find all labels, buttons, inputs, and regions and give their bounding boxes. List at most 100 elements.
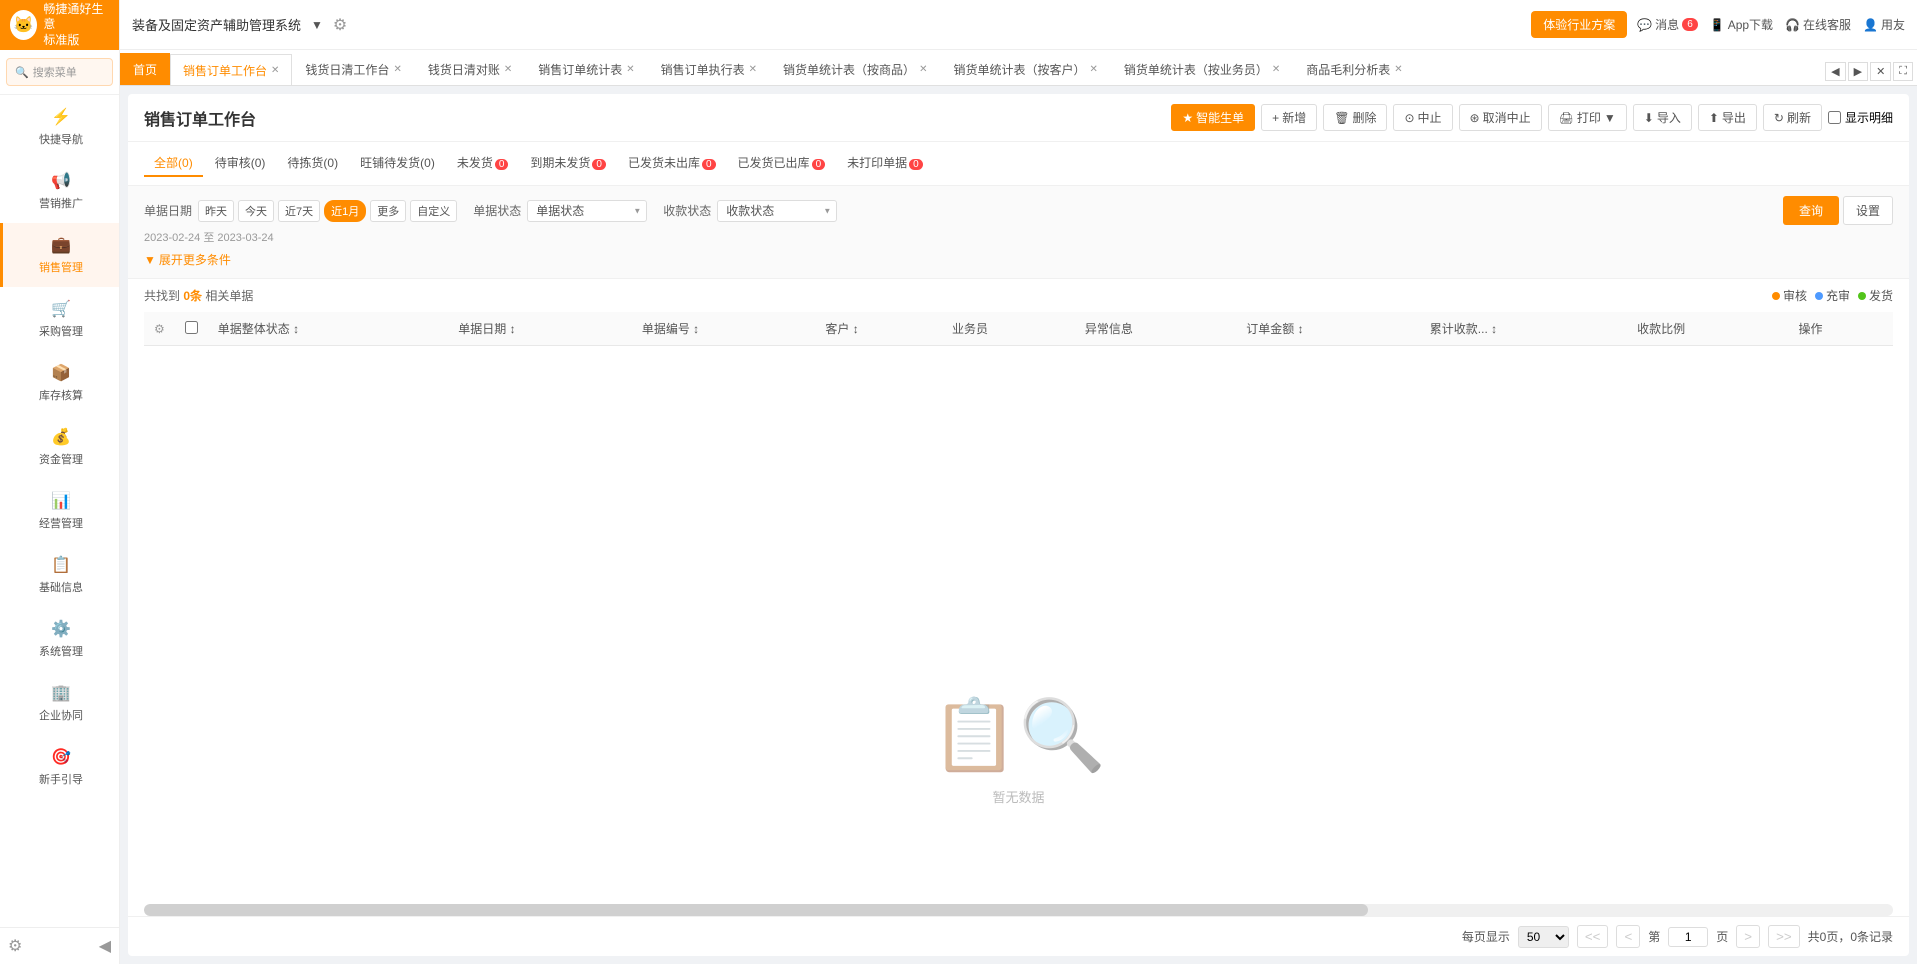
status-select[interactable]: 单据状态 — [527, 200, 647, 222]
scrollbar-thumb[interactable] — [144, 904, 1368, 916]
tab-sales-order-exec[interactable]: 销售订单执行表 ✕ — [648, 53, 770, 85]
page-number-input[interactable] — [1668, 927, 1708, 947]
import-button[interactable]: ⬇ 导入 — [1633, 104, 1692, 131]
filter-tab-wangpu[interactable]: 旺铺待发货(0) — [350, 150, 445, 177]
filter-tab-shipped-out[interactable]: 已发货已出库0 — [728, 150, 836, 177]
message-action[interactable]: 💬 消息 6 — [1637, 16, 1698, 33]
tabs-maximize-button[interactable]: ⛶ — [1893, 62, 1913, 81]
sidebar-item-finance[interactable]: 💰 资金管理 — [0, 415, 119, 479]
sidebar-item-enterprise[interactable]: 🏢 企业协同 — [0, 671, 119, 735]
filter-tab-pending-pickup[interactable]: 待拣货(0) — [277, 150, 348, 177]
sidebar-nav: ⚡ 快捷导航 📢 营销推广 💼 销售管理 🛒 采购管理 📦 库存核算 💰 资金管… — [0, 95, 119, 927]
tabs-next-button[interactable]: ▶ — [1848, 62, 1868, 81]
tabs-prev-button[interactable]: ◀ — [1825, 62, 1845, 81]
tab-close-sales-order-exec[interactable]: ✕ — [749, 64, 757, 75]
sidebar-item-guide[interactable]: 🎯 新手引导 — [0, 735, 119, 799]
col-amount[interactable]: 订单金额 ↕ — [1236, 312, 1420, 346]
export-button[interactable]: ⬆ 导出 — [1698, 104, 1757, 131]
select-all-checkbox[interactable] — [185, 321, 198, 334]
col-salesperson[interactable]: 业务员 — [942, 312, 1075, 346]
message-icon: 💬 — [1637, 18, 1652, 32]
date-month-btn[interactable]: 近1月 — [324, 200, 366, 222]
ship-meta-action[interactable]: 发货 — [1858, 287, 1893, 304]
filter-tab-pending-review[interactable]: 待审核(0) — [205, 150, 276, 177]
app-download-action[interactable]: 📱 App下载 — [1710, 16, 1773, 33]
tab-home[interactable]: 首页 — [120, 53, 170, 85]
filter-tab-overdue[interactable]: 到期未发货0 — [520, 150, 616, 177]
tab-sales-order-stats[interactable]: 销售订单统计表 ✕ — [525, 53, 647, 85]
collapse-sidebar-icon[interactable]: ◀ — [99, 936, 111, 956]
date-custom-btn[interactable]: 自定义 — [410, 200, 457, 222]
filter-tab-shipped-not-out[interactable]: 已发货未出库0 — [618, 150, 726, 177]
tab-close-sales-stats-customer[interactable]: ✕ — [1089, 64, 1097, 75]
filter-tab-not-printed[interactable]: 未打印单据0 — [837, 150, 933, 177]
sidebar-item-marketing[interactable]: 📢 营销推广 — [0, 159, 119, 223]
sidebar-item-operations[interactable]: 📊 经营管理 — [0, 479, 119, 543]
filter-tab-all[interactable]: 全部(0) — [144, 150, 203, 177]
tab-close-sales-stats-product[interactable]: ✕ — [919, 64, 927, 75]
query-button[interactable]: 查询 — [1783, 196, 1839, 225]
delete-button[interactable]: 🗑 删除 — [1323, 104, 1387, 131]
show-detail-checkbox[interactable] — [1828, 111, 1841, 124]
date-yesterday-btn[interactable]: 昨天 — [198, 200, 234, 222]
sidebar-item-system[interactable]: ⚙️ 系统管理 — [0, 607, 119, 671]
tab-close-profit-analysis[interactable]: ✕ — [1394, 64, 1402, 75]
tab-sales-stats-staff[interactable]: 销货单统计表（按业务员） ✕ — [1111, 53, 1293, 85]
refresh-button[interactable]: ↻ 刷新 — [1763, 104, 1822, 131]
tab-close-cash-reconcile[interactable]: ✕ — [504, 64, 512, 75]
date-today-btn[interactable]: 今天 — [238, 200, 274, 222]
set-button[interactable]: 设置 — [1843, 196, 1893, 225]
cancel-review-meta-action[interactable]: 充审 — [1815, 287, 1850, 304]
print-button[interactable]: 🖨 打印 ▼ — [1548, 104, 1627, 131]
industry-solution-button[interactable]: 体验行业方案 — [1531, 11, 1627, 38]
review-meta-action[interactable]: 审核 — [1772, 287, 1807, 304]
col-collected[interactable]: 累计收款... ↕ — [1420, 312, 1627, 346]
col-date[interactable]: 单据日期 ↕ — [448, 312, 632, 346]
col-customer[interactable]: 客户 ↕ — [815, 312, 942, 346]
per-page-select[interactable]: 50 10 20 100 — [1518, 926, 1569, 948]
tab-close-sales-order-stats[interactable]: ✕ — [626, 64, 634, 75]
system-title: 装备及固定资产辅助管理系统 — [132, 15, 301, 34]
smart-gen-button[interactable]: ★ 智能生单 — [1171, 104, 1255, 131]
sidebar-item-quick-nav[interactable]: ⚡ 快捷导航 — [0, 95, 119, 159]
tab-profit-analysis[interactable]: 商品毛利分析表 ✕ — [1293, 53, 1415, 85]
col-settings[interactable]: ⚙ — [144, 312, 175, 346]
tab-sales-stats-customer[interactable]: 销货单统计表（按客户） ✕ — [940, 53, 1110, 85]
show-detail-label[interactable]: 显示明细 — [1828, 109, 1893, 126]
tabs-close-all-button[interactable]: ✕ — [1870, 62, 1891, 81]
tab-close-sales-stats-staff[interactable]: ✕ — [1272, 64, 1280, 75]
date-7days-btn[interactable]: 近7天 — [278, 200, 320, 222]
sidebar-item-sales[interactable]: 💼 销售管理 — [0, 223, 119, 287]
settings-gear-icon[interactable]: ⚙ — [333, 15, 347, 35]
first-page-button[interactable]: << — [1577, 925, 1609, 948]
online-service-action[interactable]: 🎧 在线客服 — [1785, 16, 1851, 33]
tab-close-sales-order-workbench[interactable]: ✕ — [271, 65, 279, 76]
settings-icon[interactable]: ⚙ — [8, 936, 22, 956]
search-menu-button[interactable]: 🔍 搜索菜单 — [6, 58, 113, 86]
tab-cash-reconcile[interactable]: 钱货日清对账 ✕ — [415, 53, 525, 85]
col-status[interactable]: 单据整体状态 ↕ — [208, 312, 449, 346]
next-page-button[interactable]: > — [1736, 925, 1760, 948]
prev-page-button[interactable]: < — [1616, 925, 1640, 948]
user-action[interactable]: 👤 用友 — [1863, 16, 1905, 33]
cancel-stop-button[interactable]: ⊛ 取消中止 — [1459, 104, 1542, 131]
filter-tab-not-shipped[interactable]: 未发货0 — [447, 150, 519, 177]
sidebar-item-purchase[interactable]: 🛒 采购管理 — [0, 287, 119, 351]
status-label: 单据状态 — [473, 202, 521, 219]
add-button[interactable]: + 新增 — [1261, 104, 1317, 131]
horizontal-scrollbar[interactable] — [144, 904, 1893, 916]
col-number[interactable]: 单据编号 ↕ — [632, 312, 816, 346]
sidebar-item-basic[interactable]: 📋 基础信息 — [0, 543, 119, 607]
tab-sales-stats-product[interactable]: 销货单统计表（按商品） ✕ — [770, 53, 940, 85]
sidebar-item-inventory[interactable]: 📦 库存核算 — [0, 351, 119, 415]
stop-button[interactable]: ⊙ 中止 — [1393, 104, 1452, 131]
tab-close-cash-daily[interactable]: ✕ — [393, 64, 401, 75]
tab-cash-daily[interactable]: 钱货日清工作台 ✕ — [292, 53, 414, 85]
expand-more-button[interactable]: ▼ 展开更多条件 — [144, 251, 1893, 268]
tab-sales-order-workbench[interactable]: 销售订单工作台 ✕ — [170, 54, 292, 86]
payment-select[interactable]: 收款状态 — [717, 200, 837, 222]
date-more-btn[interactable]: 更多 — [370, 200, 406, 222]
last-page-button[interactable]: >> — [1768, 925, 1800, 948]
table-scroll-container[interactable]: ⚙ 单据整体状态 ↕ 单据日期 ↕ — [144, 312, 1893, 604]
system-dropdown[interactable]: ▼ — [311, 18, 323, 32]
